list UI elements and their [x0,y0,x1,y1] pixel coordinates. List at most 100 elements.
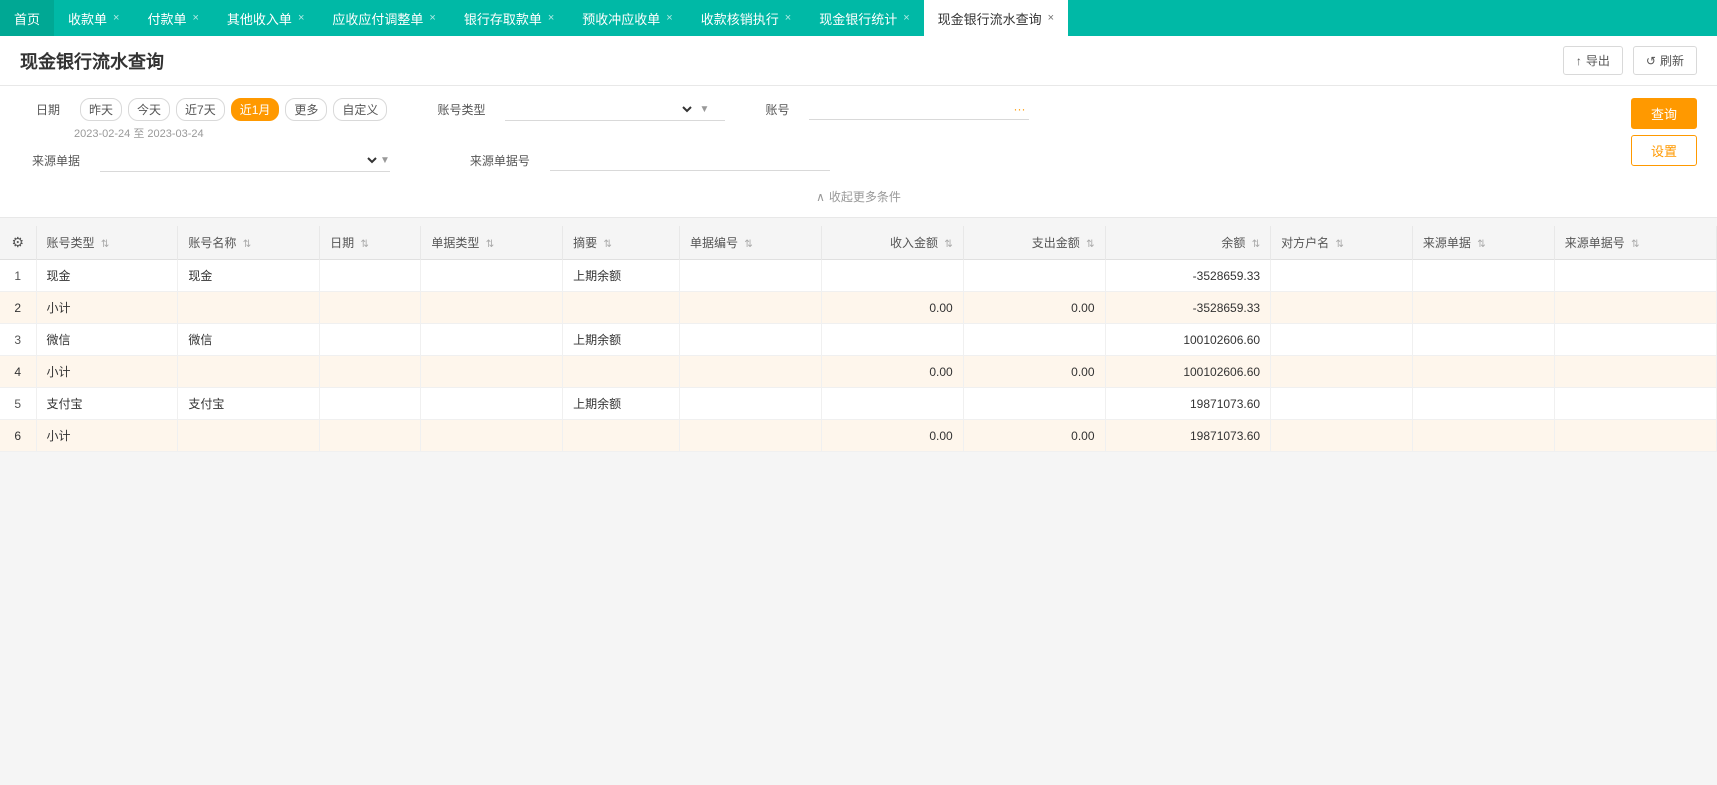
last7-btn[interactable]: 近7天 [176,98,225,121]
cell-account-type: 小计 [36,356,178,388]
today-btn[interactable]: 今天 [128,98,170,121]
page-title: 现金银行流水查询 [20,48,164,74]
th-source-doc-no[interactable]: 来源单据号 ⇅ [1554,226,1716,260]
nav-tab-预收冲应收单[interactable]: 预收冲应收单 × [568,0,686,36]
yesterday-btn[interactable]: 昨天 [80,98,122,121]
nav-tab-银行存取款单[interactable]: 银行存取款单 × [450,0,568,36]
page-header: 现金银行流水查询 ↑ 导出 ↺ 刷新 [0,36,1717,86]
tab-label: 应收应付调整单 [332,9,423,28]
nav-tab-现金银行统计[interactable]: 现金银行统计 × [805,0,923,36]
tab-label: 现金银行统计 [819,9,897,28]
th-doc-no-label: 单据编号 [690,236,738,250]
th-summary[interactable]: 摘要 ⇅ [563,226,680,260]
cell-account-name [178,292,320,324]
cell-counterpart [1271,420,1413,452]
th-gear[interactable]: ⚙ [0,226,36,260]
sort-icon: ⇅ [1477,239,1485,250]
cell-account-type: 支付宝 [36,388,178,420]
tab-label: 其他收入单 [227,9,292,28]
cell-summary [563,356,680,388]
close-icon[interactable]: × [298,12,304,24]
th-date[interactable]: 日期 ⇅ [320,226,421,260]
nav-tab-应收应付调整单[interactable]: 应收应付调整单 × [318,0,449,36]
th-expense[interactable]: 支出金额 ⇅ [963,226,1105,260]
account-type-select[interactable] [505,98,695,120]
refresh-button[interactable]: ↺ 刷新 [1633,46,1697,75]
settings-icon: ⚙ [11,234,24,250]
th-account-name[interactable]: 账号名称 ⇅ [178,226,320,260]
th-source-doc[interactable]: 来源单据 ⇅ [1412,226,1554,260]
top-navigation: 首页 收款单 × 付款单 × 其他收入单 × 应收应付调整单 × 银行存取款单 … [0,0,1717,36]
th-doc-no[interactable]: 单据编号 ⇅ [680,226,822,260]
cell-seq: 4 [0,356,36,388]
sort-icon: ⇅ [361,239,369,250]
nav-tab-其他收入单[interactable]: 其他收入单 × [213,0,318,36]
date-range-text: 2023-02-24 至 2023-03-24 [74,128,204,140]
th-balance-label: 余额 [1221,236,1245,250]
table-row: 2小计0.000.00-3528659.33 [0,292,1717,324]
refresh-label: 刷新 [1660,52,1684,69]
cell-doc-no [680,260,822,292]
nav-tab-收款核销执行[interactable]: 收款核销执行 × [687,0,805,36]
settings-button[interactable]: 设置 [1631,135,1697,166]
th-income[interactable]: 收入金额 ⇅ [821,226,963,260]
th-doc-type[interactable]: 单据类型 ⇅ [421,226,563,260]
tab-label: 收款单 [68,9,107,28]
last1m-btn[interactable]: 近1月 [231,98,280,121]
home-label: 首页 [14,9,40,28]
sort-icon: ⇅ [101,239,109,250]
table-container: ⚙ 账号类型 ⇅ 账号名称 ⇅ 日期 ⇅ 单据类型 ⇅ [0,226,1717,452]
account-type-label: 账号类型 [437,101,485,118]
cell-income: 0.00 [821,292,963,324]
th-balance[interactable]: 余额 ⇅ [1105,226,1271,260]
sort-icon: ⇅ [486,239,494,250]
nav-home[interactable]: 首页 [0,0,54,36]
cell-date [320,324,421,356]
sort-icon: ⇅ [604,239,612,250]
query-button[interactable]: 查询 [1631,98,1697,129]
nav-tab-收款单[interactable]: 收款单 × [54,0,133,36]
source-doc-no-input[interactable] [550,150,830,171]
close-icon[interactable]: × [666,12,672,24]
th-counterpart[interactable]: 对方户名 ⇅ [1271,226,1413,260]
close-icon[interactable]: × [1048,12,1054,24]
cell-counterpart [1271,356,1413,388]
account-no-dots-icon[interactable]: ··· [1009,102,1029,116]
close-icon[interactable]: × [429,12,435,24]
th-income-label: 收入金额 [890,236,938,250]
collapse-bar[interactable]: ∧ 收起更多条件 [20,188,1697,205]
date-label: 日期 [20,101,60,118]
more-btn[interactable]: 更多 [285,98,327,121]
filter-area: 日期 昨天 今天 近7天 近1月 更多 自定义 账号类型 ▼ 账号 [0,86,1717,218]
cell-seq: 5 [0,388,36,420]
cell-summary [563,292,680,324]
close-icon[interactable]: × [785,12,791,24]
table-header-row: ⚙ 账号类型 ⇅ 账号名称 ⇅ 日期 ⇅ 单据类型 ⇅ [0,226,1717,260]
nav-tab-付款单[interactable]: 付款单 × [133,0,212,36]
source-doc-select[interactable] [100,149,380,171]
cell-balance: 100102606.60 [1105,356,1271,388]
cell-date [320,260,421,292]
nav-tab-现金银行流水查询[interactable]: 现金银行流水查询 × [924,0,1068,36]
cell-source-doc [1412,388,1554,420]
cell-doc-type [421,420,563,452]
export-button[interactable]: ↑ 导出 [1563,46,1623,75]
close-icon[interactable]: × [903,12,909,24]
close-icon[interactable]: × [192,12,198,24]
account-no-input[interactable] [809,99,1009,119]
cell-seq: 6 [0,420,36,452]
custom-btn[interactable]: 自定义 [333,98,387,121]
th-date-label: 日期 [330,236,354,250]
cell-doc-no [680,324,822,356]
cell-doc-type [421,356,563,388]
source-doc-no-label: 来源单据号 [470,152,530,169]
close-icon[interactable]: × [113,12,119,24]
cell-doc-no [680,292,822,324]
th-counterpart-label: 对方户名 [1281,236,1329,250]
th-account-type[interactable]: 账号类型 ⇅ [36,226,178,260]
close-icon[interactable]: × [548,12,554,24]
cell-doc-type [421,388,563,420]
cell-source-doc [1412,260,1554,292]
cell-income [821,324,963,356]
cell-summary [563,420,680,452]
